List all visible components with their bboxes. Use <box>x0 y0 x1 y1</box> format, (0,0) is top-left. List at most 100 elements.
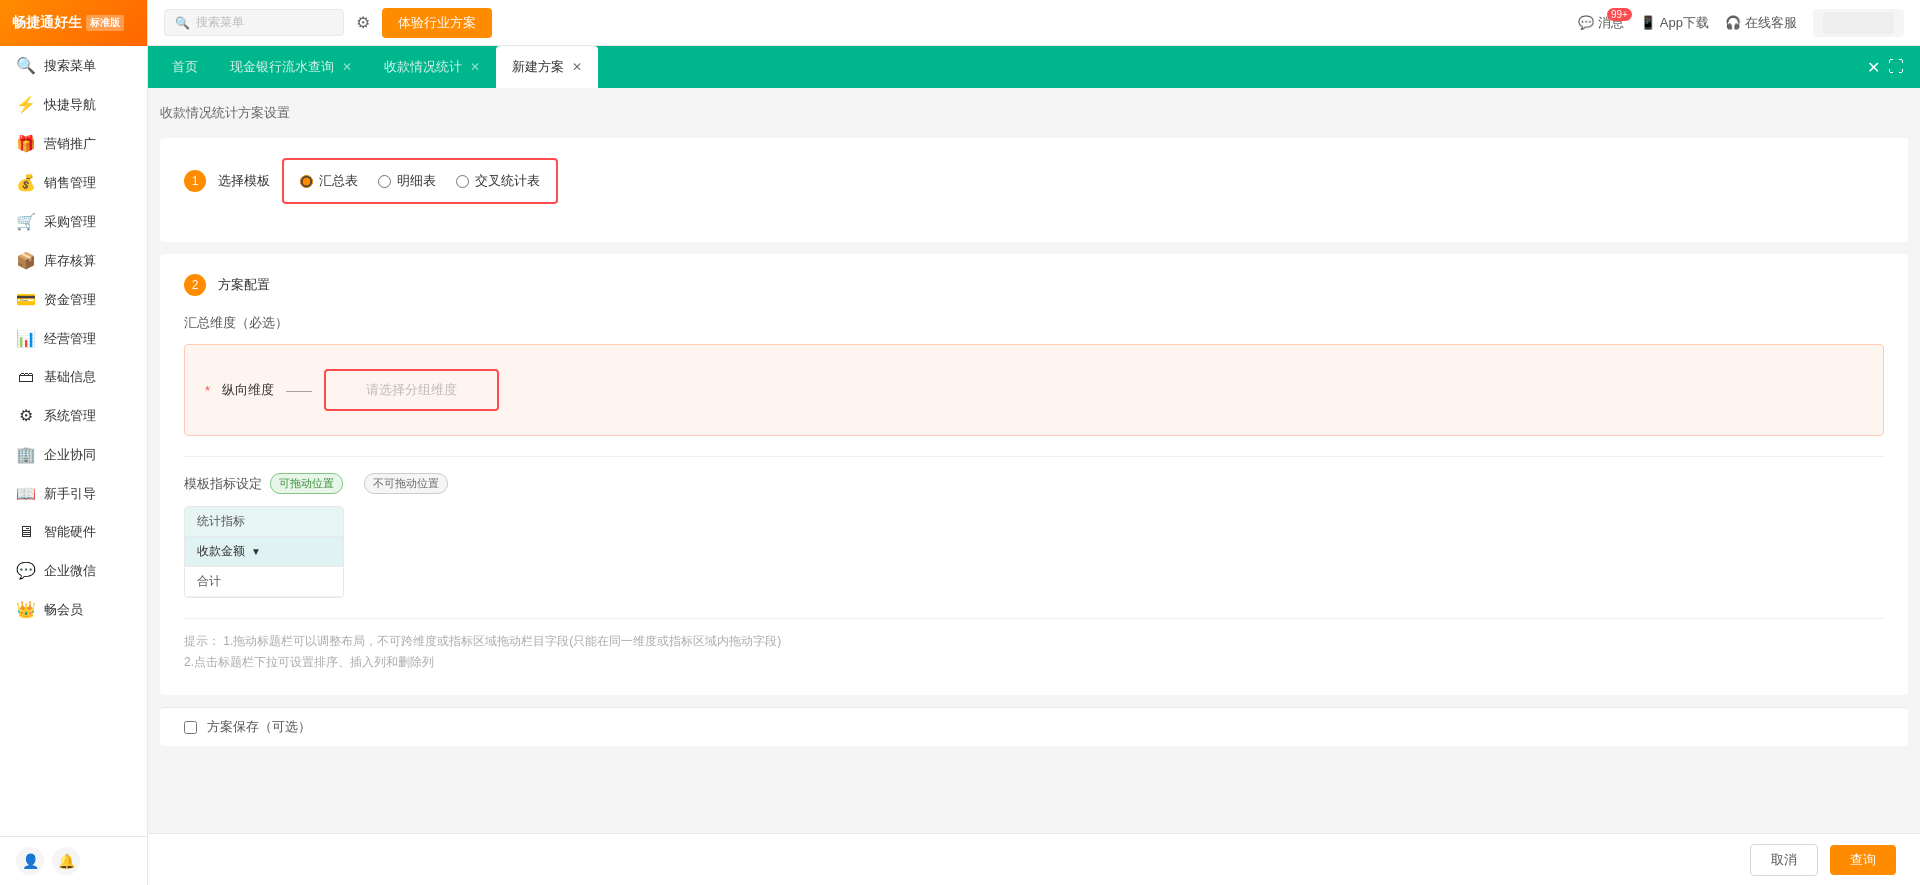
radio-detail-input[interactable] <box>378 175 391 188</box>
sidebar-item-purchase[interactable]: 🛒 采购管理 <box>0 202 147 241</box>
sidebar-item-sales[interactable]: 💰 销售管理 <box>0 163 147 202</box>
trial-button[interactable]: 体验行业方案 <box>382 8 492 38</box>
sidebar-label-inventory: 库存核算 <box>44 252 96 270</box>
marketing-icon: 🎁 <box>16 134 36 153</box>
sidebar-label-system: 系统管理 <box>44 407 96 425</box>
search-icon: 🔍 <box>175 16 190 30</box>
dimension-label: 纵向维度 <box>222 381 274 399</box>
sidebar-item-hardware[interactable]: 🖥 智能硬件 <box>0 513 147 551</box>
step1-number: 1 <box>184 170 206 192</box>
save-row: 方案保存（可选） <box>160 707 1908 746</box>
maximize-icon[interactable]: ⛶ <box>1888 58 1904 76</box>
sidebar-item-inventory[interactable]: 📦 库存核算 <box>0 241 147 280</box>
radio-summary[interactable]: 汇总表 <box>300 172 358 190</box>
step1-header: 1 选择模板 汇总表 明细表 交叉统计表 <box>184 158 1884 204</box>
sidebar-bottom: 👤 🔔 <box>0 836 147 885</box>
search-icon: 🔍 <box>16 56 36 75</box>
sales-icon: 💰 <box>16 173 36 192</box>
sidebar-item-quick-nav[interactable]: ⚡ 快捷导航 <box>0 85 147 124</box>
radio-detail-label: 明细表 <box>397 172 436 190</box>
tab-close-bank[interactable]: ✕ <box>342 60 352 74</box>
dimension-select[interactable]: 请选择分组维度 <box>324 369 499 411</box>
tip1: 提示： 1.拖动标题栏可以调整布局，不可跨维度或指标区域拖动栏目字段(只能在同一… <box>184 633 1884 650</box>
tip2: 2.点击标题栏下拉可设置排序、插入列和删除列 <box>184 654 1884 671</box>
sidebar-bottom-icon1[interactable]: 👤 <box>16 847 44 875</box>
radio-detail[interactable]: 明细表 <box>378 172 436 190</box>
sidebar-item-wechat[interactable]: 💬 企业微信 <box>0 551 147 590</box>
indicator-table: 统计指标 收款金额 ▼ 合计 <box>184 506 344 598</box>
wechat-icon: 💬 <box>16 561 36 580</box>
sidebar-item-marketing[interactable]: 🎁 营销推广 <box>0 124 147 163</box>
radio-group: 汇总表 明细表 交叉统计表 <box>300 172 540 190</box>
service-icon: 🎧 <box>1725 15 1741 30</box>
tab-receipt[interactable]: 收款情况统计 ✕ <box>368 46 496 88</box>
tab-label-home: 首页 <box>172 58 198 76</box>
main-area: 🔍 搜索菜单 ⚙ 体验行业方案 💬 消息 99+ 📱 App下载 🎧 在线客服 <box>148 0 1920 885</box>
sidebar-label-search: 搜索菜单 <box>44 57 96 75</box>
indicator-title-row: 模板指标设定 可拖动位置 不可拖动位置 <box>184 473 1884 494</box>
step2-card: 2 方案配置 汇总维度（必选） * 纵向维度 —— 请选择分组维度 模板指标设定… <box>160 254 1908 695</box>
radio-cross[interactable]: 交叉统计表 <box>456 172 540 190</box>
close-window-icon[interactable]: ✕ <box>1867 58 1880 77</box>
topbar: 🔍 搜索菜单 ⚙ 体验行业方案 💬 消息 99+ 📱 App下载 🎧 在线客服 <box>148 0 1920 46</box>
save-checkbox[interactable] <box>184 721 197 734</box>
search-box[interactable]: 🔍 搜索菜单 <box>164 9 344 36</box>
arrow-separator: —— <box>286 383 312 398</box>
tab-close-receipt[interactable]: ✕ <box>470 60 480 74</box>
user-name <box>1823 12 1894 34</box>
notification-item[interactable]: 💬 消息 99+ <box>1578 14 1624 32</box>
cancel-button[interactable]: 取消 <box>1750 844 1818 876</box>
sidebar-label-member: 畅会员 <box>44 601 83 619</box>
download-icon: 📱 <box>1640 15 1656 30</box>
quick-nav-icon: ⚡ <box>16 95 36 114</box>
tab-label-bank: 现金银行流水查询 <box>230 58 334 76</box>
guide-icon: 📖 <box>16 484 36 503</box>
sidebar-item-member[interactable]: 👑 畅会员 <box>0 590 147 629</box>
tips-section: 提示： 1.拖动标题栏可以调整布局，不可跨维度或指标区域拖动栏目字段(只能在同一… <box>184 618 1884 671</box>
member-icon: 👑 <box>16 600 36 619</box>
service-label: 在线客服 <box>1745 14 1797 32</box>
col-arrow-icon: ▼ <box>251 546 261 557</box>
sidebar-label-base: 基础信息 <box>44 368 96 386</box>
sidebar-item-ops[interactable]: 📊 经营管理 <box>0 319 147 358</box>
settings-icon[interactable]: ⚙ <box>356 13 370 32</box>
user-info[interactable] <box>1813 9 1904 37</box>
sidebar-item-base[interactable]: 🗃 基础信息 <box>0 358 147 396</box>
sidebar-item-finance[interactable]: 💳 资金管理 <box>0 280 147 319</box>
tab-close-new-plan[interactable]: ✕ <box>572 60 582 74</box>
non-draggable-tag: 不可拖动位置 <box>364 473 448 494</box>
sidebar-item-guide[interactable]: 📖 新手引导 <box>0 474 147 513</box>
sidebar-bottom-icon2[interactable]: 🔔 <box>52 847 80 875</box>
service-item[interactable]: 🎧 在线客服 <box>1725 14 1797 32</box>
tabbar: 首页现金银行流水查询✕收款情况统计✕新建方案✕ ✕ ⛶ <box>148 46 1920 88</box>
finance-icon: 💳 <box>16 290 36 309</box>
save-label: 方案保存（可选） <box>207 718 311 736</box>
step1-card: 1 选择模板 汇总表 明细表 交叉统计表 <box>160 138 1908 242</box>
tab-new-plan[interactable]: 新建方案✕ <box>496 46 598 88</box>
download-item[interactable]: 📱 App下载 <box>1640 14 1709 32</box>
topbar-right: 💬 消息 99+ 📱 App下载 🎧 在线客服 <box>1578 9 1904 37</box>
sidebar-item-coop[interactable]: 🏢 企业协同 <box>0 435 147 474</box>
sidebar-label-guide: 新手引导 <box>44 485 96 503</box>
query-button[interactable]: 查询 <box>1830 845 1896 875</box>
sidebar-label-coop: 企业协同 <box>44 446 96 464</box>
indicator-col-header[interactable]: 收款金额 ▼ <box>185 537 343 567</box>
coop-icon: 🏢 <box>16 445 36 464</box>
radio-cross-label: 交叉统计表 <box>475 172 540 190</box>
tab-label-receipt: 收款情况统计 <box>384 58 462 76</box>
hint-separator <box>347 475 360 493</box>
dimension-title: 汇总维度（必选） <box>184 314 1884 332</box>
sidebar-label-finance: 资金管理 <box>44 291 96 309</box>
radio-summary-input[interactable] <box>300 175 313 188</box>
base-icon: 🗃 <box>16 368 36 386</box>
system-icon: ⚙ <box>16 406 36 425</box>
sidebar-item-system[interactable]: ⚙ 系统管理 <box>0 396 147 435</box>
radio-cross-input[interactable] <box>456 175 469 188</box>
sidebar-item-search[interactable]: 🔍 搜索菜单 <box>0 46 147 85</box>
sidebar-logo: 畅捷通好生 标准版 <box>0 0 147 46</box>
tab-bank[interactable]: 现金银行流水查询 ✕ <box>214 46 368 88</box>
inventory-icon: 📦 <box>16 251 36 270</box>
sidebar-label-sales: 销售管理 <box>44 174 96 192</box>
tab-home[interactable]: 首页 <box>156 46 214 88</box>
col-label: 收款金额 <box>197 543 245 560</box>
